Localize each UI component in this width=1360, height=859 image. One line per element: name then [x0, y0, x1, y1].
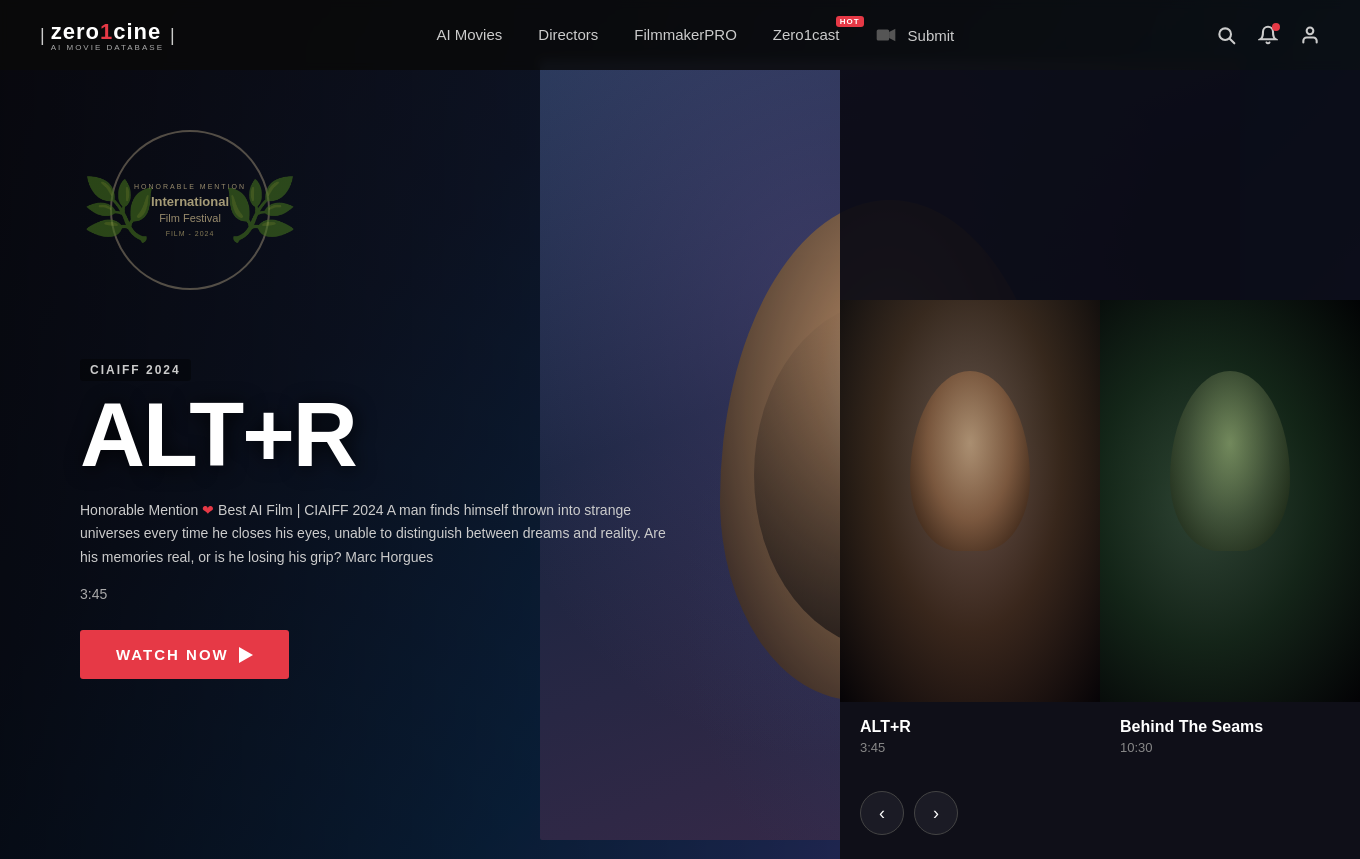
logo-text: zero1cine: [51, 19, 164, 45]
logo-bar-left: |: [40, 25, 45, 46]
movie-card-duration-2: 10:30: [1120, 740, 1340, 755]
nav-item-ai-movies[interactable]: AI Movies: [436, 26, 502, 44]
logo-one: 1: [100, 19, 113, 44]
movie-card-behind-the-seams[interactable]: Behind The Seams 10:30: [1100, 300, 1360, 771]
play-icon: [239, 647, 253, 663]
hero-title: ALT+R: [80, 393, 670, 479]
movie-thumb-alt-r: [840, 300, 1100, 702]
svg-rect-0: [876, 30, 888, 41]
logo-subtitle: AI MOVIE DATABASE: [51, 43, 164, 52]
hero-duration: 3:45: [80, 586, 670, 602]
logo-bar-right: |: [170, 25, 175, 46]
laurel-left-icon: 🌿: [82, 180, 157, 240]
svg-line-3: [1230, 39, 1235, 44]
laurel-right-icon: 🌿: [223, 180, 298, 240]
sidebar-spacer: [840, 70, 1360, 300]
hero-tag: CIAIFF 2024: [80, 359, 191, 381]
logo[interactable]: | zero1cine AI MOVIE DATABASE |: [40, 19, 175, 52]
nav-link-ai-movies[interactable]: AI Movies: [436, 26, 502, 43]
sidebar-panel: ALT+R 3:45 Behind The Seams 10:30 ‹ ›: [840, 70, 1360, 859]
watch-now-button[interactable]: WATCH NOW: [80, 630, 289, 679]
nav-item-submit[interactable]: Submit: [876, 27, 955, 44]
hero-section: 🌿 🌿 HONORABLE MENTION International Film…: [0, 0, 1360, 859]
movie-card-alt-r[interactable]: ALT+R 3:45: [840, 300, 1100, 771]
next-button[interactable]: ›: [914, 791, 958, 835]
user-account-button[interactable]: [1300, 25, 1320, 45]
nav-link-zero1cast[interactable]: Zero1cast: [773, 26, 840, 43]
nav-link-filmmaker-pro[interactable]: FilmmakerPRO: [634, 26, 737, 43]
watch-now-label: WATCH NOW: [116, 646, 229, 663]
search-button[interactable]: [1216, 25, 1236, 45]
svg-marker-1: [889, 29, 895, 41]
laurel-title1: International: [151, 194, 229, 211]
movie-card-title-1: ALT+R: [860, 718, 1080, 736]
laurel-year: FILM - 2024: [166, 230, 215, 237]
nav-right: [1216, 25, 1320, 45]
notifications-button[interactable]: [1258, 25, 1278, 45]
movie-card-title-2: Behind The Seams: [1120, 718, 1340, 736]
nav-links: AI Movies Directors FilmmakerPRO Zero1ca…: [436, 26, 954, 44]
logo-cine: cine: [113, 19, 161, 44]
hero-description: Honorable Mention ❤ Best AI Film | CIAIF…: [80, 499, 670, 570]
movie-card-info-1: ALT+R 3:45: [840, 702, 1100, 771]
nav-link-submit[interactable]: Submit: [876, 27, 955, 44]
logo-zero: zero: [51, 19, 100, 44]
nav-item-zero1cast[interactable]: Zero1cast HOT: [773, 26, 840, 44]
laurel-title2: Film Festival: [159, 211, 221, 225]
navbar: | zero1cine AI MOVIE DATABASE | AI Movie…: [0, 0, 1360, 70]
nav-item-filmmaker-pro[interactable]: FilmmakerPRO: [634, 26, 737, 44]
nav-link-directors[interactable]: Directors: [538, 26, 598, 43]
prev-button[interactable]: ‹: [860, 791, 904, 835]
notification-dot: [1272, 23, 1280, 31]
hero-content: CIAIFF 2024 ALT+R Honorable Mention ❤ Be…: [80, 359, 670, 679]
heart-icon: ❤: [202, 502, 214, 518]
nav-item-directors[interactable]: Directors: [538, 26, 598, 44]
nav-arrows: ‹ ›: [840, 771, 1360, 859]
movie-thumb-behind-the-seams: [1100, 300, 1360, 702]
card-face-2: [1170, 371, 1290, 551]
movie-card-duration-1: 3:45: [860, 740, 1080, 755]
laurel-badge: 🌿 🌿 HONORABLE MENTION International Film…: [100, 120, 280, 300]
sidebar-cards: ALT+R 3:45 Behind The Seams 10:30: [840, 300, 1360, 771]
svg-point-4: [1307, 28, 1314, 35]
card-face-1: [910, 371, 1030, 551]
hot-badge: HOT: [836, 16, 864, 27]
camera-icon: [876, 28, 896, 42]
movie-card-info-2: Behind The Seams 10:30: [1100, 702, 1360, 771]
